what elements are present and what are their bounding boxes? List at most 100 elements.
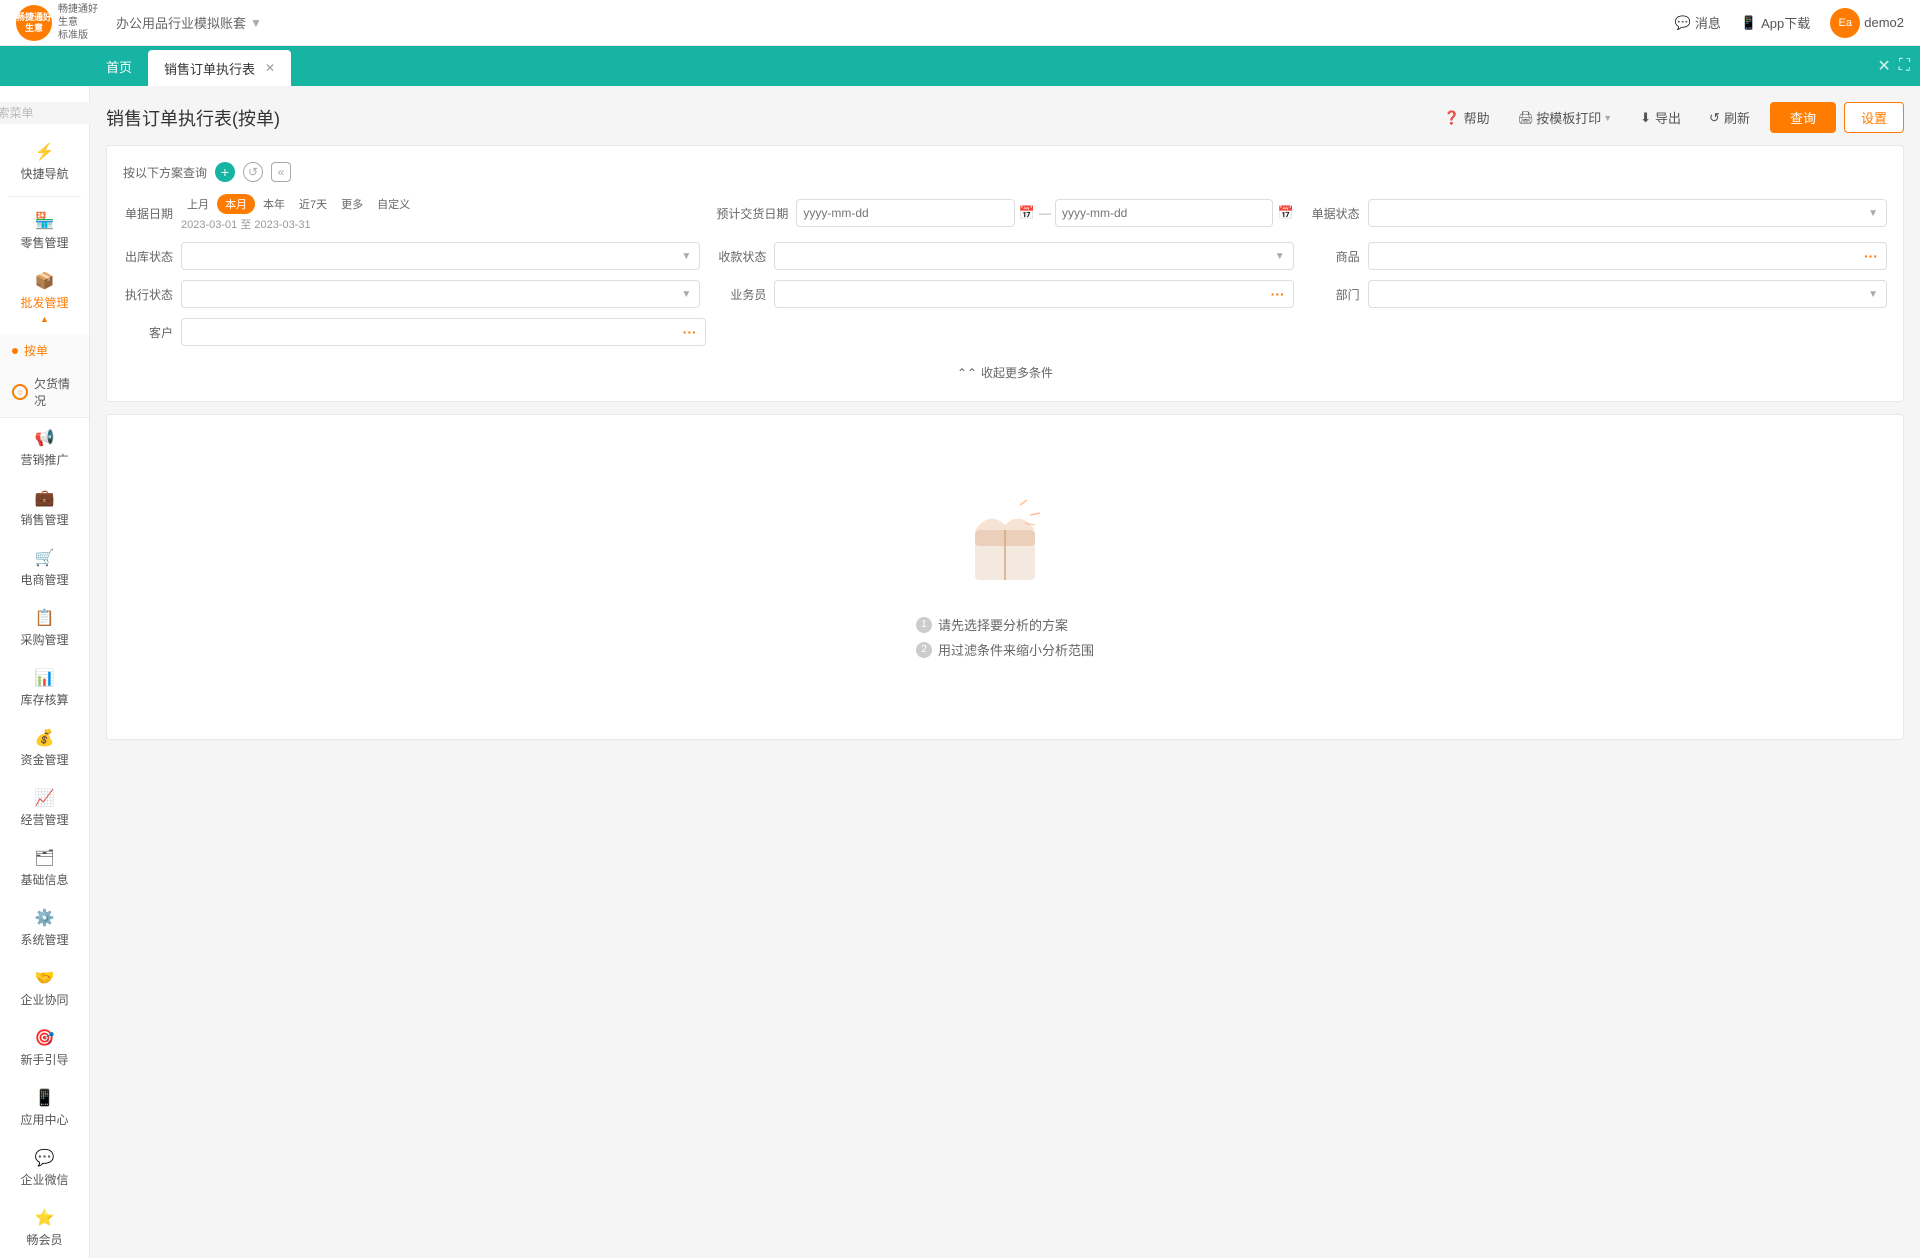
date-separator: —: [1039, 206, 1051, 220]
filter-row-3: 执行状态 ▼ 业务员 ··· 部门: [123, 280, 1887, 308]
sidebar-item-member[interactable]: ⭐ 畅会员: [0, 1198, 89, 1258]
salesperson-select[interactable]: ···: [774, 280, 1293, 308]
export-btn[interactable]: ⬇ 导出: [1632, 104, 1689, 131]
purchase-icon: 📋: [35, 608, 55, 628]
calendar-end-icon[interactable]: 📅: [1277, 205, 1293, 221]
sidebar-item-quick-nav[interactable]: ⚡ 快捷导航: [0, 132, 89, 192]
product-dots-icon[interactable]: ···: [1864, 248, 1878, 264]
sidebar-item-marketing[interactable]: 📢 营销推广: [0, 418, 89, 478]
filter-field-salesperson: 业务员 ···: [716, 280, 1293, 308]
filter-field-delivery-status: 出库状态 ▼: [123, 242, 700, 270]
department-arrow-icon: ▼: [1868, 289, 1878, 300]
help-icon: ❓: [1443, 110, 1459, 126]
filter-section-label: 按以下方案查询: [123, 164, 207, 181]
app-download-btn[interactable]: 📱 App下载: [1741, 13, 1810, 32]
wholesale-arrow-icon: ▲: [40, 314, 49, 324]
sidebar-item-retail[interactable]: 🏪 零售管理: [0, 201, 89, 261]
exec-status-select[interactable]: ▼: [181, 280, 700, 308]
sidebar-item-system[interactable]: ⚙️ 系统管理: [0, 898, 89, 958]
customer-dots-icon[interactable]: ···: [683, 324, 697, 340]
calendar-start-icon[interactable]: 📅: [1019, 205, 1035, 221]
date-tab-more[interactable]: 更多: [335, 194, 369, 214]
date-tab-custom[interactable]: 自定义: [371, 194, 416, 214]
filter-field-product: 商品 ···: [1310, 242, 1887, 270]
tab-close-window-btn[interactable]: ✕: [1877, 56, 1890, 76]
product-select[interactable]: ···: [1368, 242, 1887, 270]
help-btn[interactable]: ❓ 帮助: [1435, 104, 1497, 131]
basic-icon: 🗂: [34, 848, 54, 868]
tab-close-icon[interactable]: ✕: [265, 61, 275, 75]
print-btn[interactable]: 🖨 按模板打印 ▼: [1510, 104, 1620, 131]
date-tab-7days[interactable]: 近7天: [293, 194, 333, 214]
filter-field-date: 单据日期 上月 本月 本年 近7天 更多 自定义 2023-03-01 至 20…: [123, 194, 700, 232]
tab-restore-btn[interactable]: ⛶: [1899, 57, 1910, 75]
marketing-icon: 📢: [35, 428, 55, 448]
date-tab-this-month[interactable]: 本月: [217, 194, 255, 214]
predicted-date-start-input[interactable]: [796, 199, 1014, 227]
user-profile-btn[interactable]: Ea demo2: [1830, 8, 1904, 38]
collapse-conditions-btn[interactable]: ⌃⌃ 收起更多条件: [945, 360, 1065, 385]
sidebar-item-appstore[interactable]: 📱 应用中心: [0, 1078, 89, 1138]
coop-icon: 🤝: [35, 968, 55, 988]
sub-menu-item-debt[interactable]: ○ 欠货情况: [0, 367, 89, 417]
date-label: 单据日期: [123, 205, 173, 222]
filter-collapse-btn[interactable]: «: [271, 162, 291, 182]
breadcrumb-area: 办公用品行业模拟账套 ▼: [106, 13, 1675, 32]
settings-btn[interactable]: 设置: [1844, 102, 1904, 133]
sales-icon: 💼: [35, 488, 55, 508]
empty-state: 1 请先选择要分析的方案 2 用过滤条件来缩小分析范围: [106, 414, 1904, 740]
tab-sales-order-list[interactable]: 销售订单执行表 ✕: [148, 50, 291, 86]
breadcrumb-arrow-icon: ▼: [250, 16, 262, 30]
predicted-date-range: 📅 — 📅: [796, 199, 1293, 227]
sidebar-item-purchase[interactable]: 📋 采购管理: [0, 598, 89, 658]
sidebar-item-coop[interactable]: 🤝 企业协同: [0, 958, 89, 1018]
page-actions: ❓ 帮助 🖨 按模板打印 ▼ ⬇ 导出 ↺ 刷新 查询: [1435, 102, 1904, 133]
salesperson-dots-icon[interactable]: ···: [1271, 286, 1285, 302]
sidebar-item-sales[interactable]: 💼 销售管理: [0, 478, 89, 538]
main-content: 销售订单执行表(按单) ❓ 帮助 🖨 按模板打印 ▼ ⬇ 导出 ↺ 刷新: [90, 86, 1920, 1258]
primary-actions: 查询 设置: [1770, 102, 1904, 133]
sidebar-item-finance[interactable]: 💰 资金管理: [0, 718, 89, 778]
order-status-label: 单据状态: [1310, 205, 1360, 222]
breadcrumb[interactable]: 办公用品行业模拟账套 ▼: [116, 13, 262, 32]
top-bar: 畅捷通好生意 畅捷通好生意 标准版 办公用品行业模拟账套 ▼ 💬 消息 📱 Ap…: [0, 0, 1920, 46]
payment-status-select[interactable]: ▼: [774, 242, 1293, 270]
refresh-btn[interactable]: ↺ 刷新: [1701, 104, 1758, 131]
date-tab-this-year[interactable]: 本年: [257, 194, 291, 214]
sidebar-item-ecommerce[interactable]: 🛒 电商管理: [0, 538, 89, 598]
sub-menu-item-press[interactable]: 按单: [0, 334, 89, 367]
date-range-text: 2023-03-01 至 2023-03-31: [181, 216, 700, 232]
department-select[interactable]: ▼: [1368, 280, 1887, 308]
filter-add-btn[interactable]: +: [215, 162, 235, 182]
export-icon: ⬇: [1640, 110, 1651, 126]
tip-num-2: 2: [916, 642, 932, 658]
predicted-date-end-input[interactable]: [1055, 199, 1273, 227]
message-btn[interactable]: 💬 消息: [1675, 13, 1721, 32]
filter-section-header: 按以下方案查询 + ↺ «: [123, 162, 1887, 182]
customer-label: 客户: [123, 324, 173, 341]
search-btn[interactable]: 查询: [1770, 102, 1836, 133]
date-tab-last-month[interactable]: 上月: [181, 194, 215, 214]
order-status-select[interactable]: ▼: [1368, 199, 1887, 227]
delivery-status-select[interactable]: ▼: [181, 242, 700, 270]
empty-illustration: [955, 495, 1055, 595]
date-tabs: 上月 本月 本年 近7天 更多 自定义: [181, 194, 700, 214]
sidebar-item-wholesale[interactable]: 📦 批发管理 ▲: [0, 261, 89, 334]
top-bar-right: 💬 消息 📱 App下载 Ea demo2: [1675, 8, 1904, 38]
sidebar-item-wechat[interactable]: 💬 企业微信: [0, 1138, 89, 1198]
customer-select[interactable]: ···: [181, 318, 706, 346]
filter-field-order-status: 单据状态 ▼: [1310, 194, 1887, 232]
filter-field-department: 部门 ▼: [1310, 280, 1887, 308]
finance-icon: 💰: [35, 728, 55, 748]
quick-nav-icon: ⚡: [35, 142, 55, 162]
print-icon: 🖨: [1518, 110, 1535, 126]
sidebar-item-operation[interactable]: 📈 经营管理: [0, 778, 89, 838]
sidebar-search[interactable]: 🔍: [0, 94, 89, 132]
sidebar-item-inventory[interactable]: 📊 库存核算: [0, 658, 89, 718]
filter-refresh-btn[interactable]: ↺: [243, 162, 263, 182]
sidebar-item-newbie[interactable]: 🎯 新手引导: [0, 1018, 89, 1078]
salesperson-label: 业务员: [716, 286, 766, 303]
tab-home[interactable]: 首页: [90, 46, 148, 86]
sidebar-item-basic[interactable]: 🗂 基础信息: [0, 838, 89, 898]
active-dot-icon: [12, 348, 18, 354]
